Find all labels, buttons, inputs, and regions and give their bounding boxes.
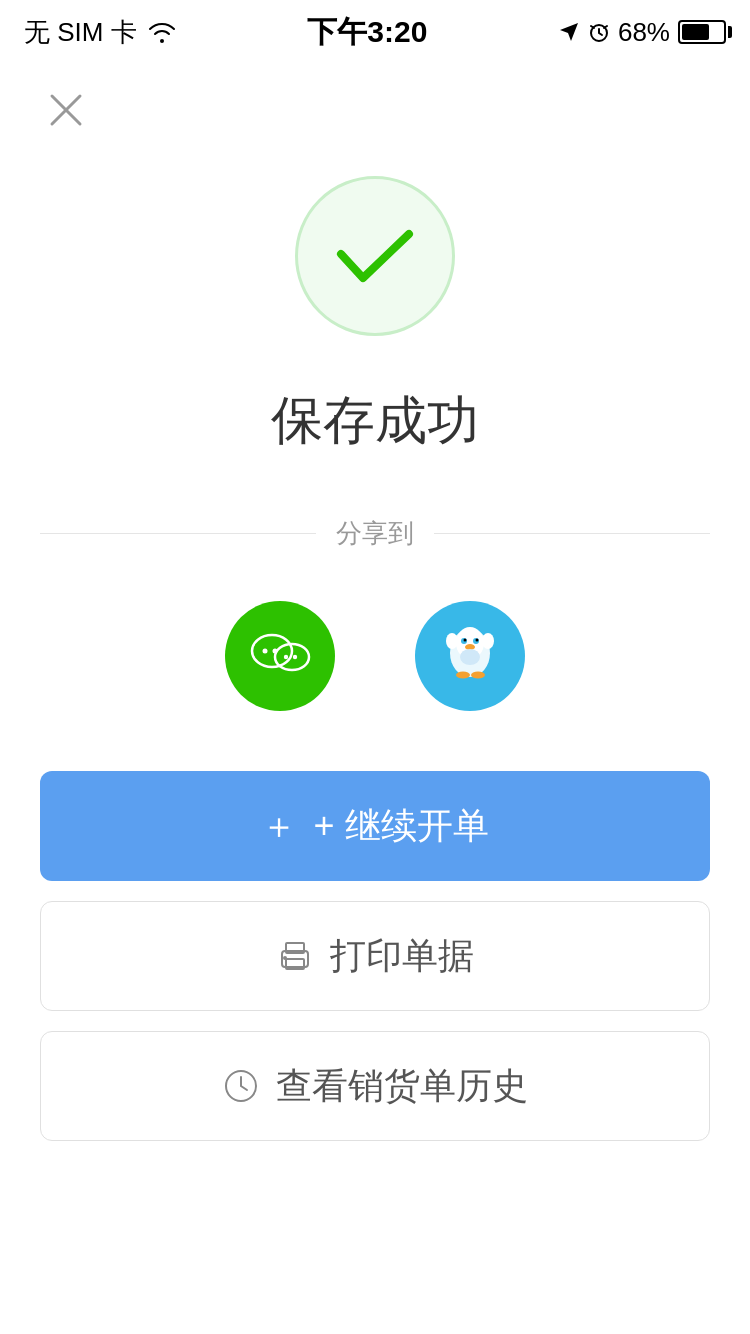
share-divider: 分享到 bbox=[40, 516, 710, 551]
sim-text: 无 SIM 卡 bbox=[24, 15, 137, 50]
svg-point-13 bbox=[463, 639, 466, 642]
success-circle bbox=[295, 176, 455, 336]
close-button[interactable] bbox=[40, 84, 92, 136]
svg-point-3 bbox=[252, 635, 292, 667]
status-bar: 无 SIM 卡 下午3:20 68% bbox=[0, 0, 750, 64]
history-button[interactable]: 查看销货单历史 bbox=[40, 1031, 710, 1141]
wechat-share-button[interactable] bbox=[225, 601, 335, 711]
alarm-icon bbox=[588, 21, 610, 43]
svg-point-6 bbox=[272, 648, 277, 653]
print-button[interactable]: 打印单据 bbox=[40, 901, 710, 1011]
checkmark-icon bbox=[335, 226, 415, 286]
svg-point-18 bbox=[471, 672, 485, 679]
svg-point-24 bbox=[283, 956, 287, 960]
action-buttons: ＋ + 继续开单 打印单据 查看销货单历史 bbox=[40, 771, 710, 1141]
plus-icon: ＋ bbox=[261, 802, 297, 851]
close-button-container bbox=[40, 84, 710, 136]
divider-left bbox=[40, 533, 316, 534]
status-left: 无 SIM 卡 bbox=[24, 15, 177, 50]
share-icons bbox=[225, 601, 525, 711]
continue-button[interactable]: ＋ + 继续开单 bbox=[40, 771, 710, 881]
location-icon bbox=[558, 21, 580, 43]
svg-point-5 bbox=[262, 648, 267, 653]
qq-icon bbox=[438, 621, 503, 691]
print-icon bbox=[276, 937, 314, 975]
print-label: 打印单据 bbox=[330, 932, 474, 981]
status-right: 68% bbox=[558, 17, 726, 48]
history-icon bbox=[222, 1067, 260, 1105]
continue-label: + 继续开单 bbox=[313, 802, 488, 851]
status-time: 下午3:20 bbox=[307, 12, 427, 53]
battery-icon bbox=[678, 20, 726, 44]
svg-point-7 bbox=[283, 654, 287, 658]
main-content: 保存成功 分享到 bbox=[0, 64, 750, 1181]
svg-point-8 bbox=[292, 654, 296, 658]
svg-point-17 bbox=[456, 672, 470, 679]
svg-point-19 bbox=[446, 633, 458, 649]
history-label: 查看销货单历史 bbox=[276, 1062, 528, 1111]
qq-share-button[interactable] bbox=[415, 601, 525, 711]
wechat-icon bbox=[248, 629, 313, 684]
wifi-icon bbox=[147, 21, 177, 43]
success-title: 保存成功 bbox=[271, 386, 479, 456]
svg-point-14 bbox=[475, 639, 478, 642]
svg-point-16 bbox=[460, 649, 480, 665]
close-icon bbox=[48, 92, 84, 128]
battery-fill bbox=[682, 24, 709, 40]
svg-point-20 bbox=[482, 633, 494, 649]
divider-right bbox=[434, 533, 710, 534]
divider-text: 分享到 bbox=[336, 516, 414, 551]
battery-percentage: 68% bbox=[618, 17, 670, 48]
